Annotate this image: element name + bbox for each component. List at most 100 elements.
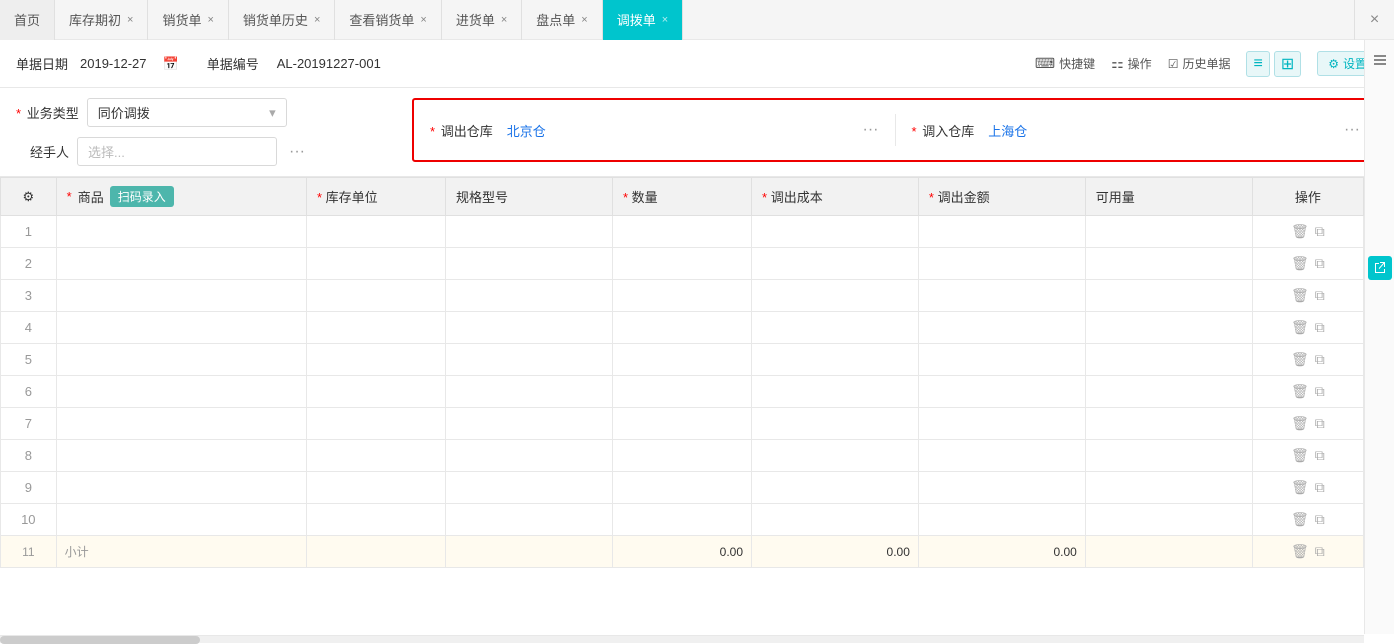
unit-cell[interactable] — [306, 472, 445, 504]
product-cell[interactable] — [56, 312, 306, 344]
qty-cell[interactable] — [612, 504, 751, 536]
product-cell[interactable] — [56, 344, 306, 376]
unit-cell[interactable] — [306, 344, 445, 376]
transfer-in-ellipsis-button[interactable]: ··· — [1344, 121, 1360, 139]
cost-cell[interactable] — [752, 472, 919, 504]
cost-cell[interactable] — [752, 248, 919, 280]
amount-cell[interactable] — [918, 440, 1085, 472]
unit-cell[interactable] — [306, 440, 445, 472]
layout-btn-1[interactable]: ≡ — [1246, 51, 1269, 77]
available-cell[interactable] — [1085, 440, 1252, 472]
unit-cell[interactable] — [306, 504, 445, 536]
agent-ellipsis-button[interactable]: ··· — [289, 143, 305, 161]
amount-cell[interactable] — [918, 408, 1085, 440]
right-panel-list-icon[interactable] — [1368, 48, 1392, 72]
unit-cell[interactable] — [306, 280, 445, 312]
qty-cell[interactable] — [612, 344, 751, 376]
amount-cell[interactable] — [918, 344, 1085, 376]
available-cell[interactable] — [1085, 344, 1252, 376]
cost-cell[interactable] — [752, 216, 919, 248]
scan-button[interactable]: 扫码录入 — [110, 186, 174, 207]
product-cell[interactable] — [56, 440, 306, 472]
close-icon[interactable]: × — [207, 14, 213, 26]
qty-cell[interactable] — [612, 248, 751, 280]
spec-cell[interactable] — [446, 280, 613, 312]
spec-cell[interactable] — [446, 248, 613, 280]
copy-icon[interactable]: ⧉ — [1315, 383, 1325, 400]
tab-sales-order[interactable]: 销货单 × — [148, 0, 228, 40]
tab-inventory-count[interactable]: 盘点单 × — [522, 0, 602, 40]
delete-icon[interactable]: 🗑 — [1291, 319, 1309, 336]
tab-transfer-order[interactable]: 调拨单 × — [603, 0, 683, 40]
available-cell[interactable] — [1085, 312, 1252, 344]
cost-cell[interactable] — [752, 344, 919, 376]
product-cell[interactable] — [56, 472, 306, 504]
delete-icon[interactable]: 🗑 — [1291, 511, 1309, 528]
tab-inventory-init[interactable]: 库存期初 × — [55, 0, 148, 40]
spec-cell[interactable] — [446, 216, 613, 248]
cost-cell[interactable] — [752, 280, 919, 312]
cost-cell[interactable] — [752, 504, 919, 536]
delete-icon[interactable]: 🗑 — [1291, 479, 1309, 496]
delete-icon[interactable]: 🗑 — [1291, 351, 1309, 368]
amount-cell[interactable] — [918, 312, 1085, 344]
product-cell[interactable] — [56, 504, 306, 536]
delete-icon[interactable]: 🗑 — [1291, 223, 1309, 240]
qty-cell[interactable] — [612, 312, 751, 344]
copy-icon[interactable]: ⧉ — [1315, 511, 1325, 528]
settings-col-header[interactable]: ⚙ — [1, 178, 57, 216]
delete-icon[interactable]: 🗑 — [1291, 415, 1309, 432]
copy-icon[interactable]: ⧉ — [1315, 543, 1325, 560]
unit-cell[interactable] — [306, 312, 445, 344]
close-icon[interactable]: × — [581, 14, 587, 26]
qty-cell[interactable] — [612, 280, 751, 312]
available-cell[interactable] — [1085, 376, 1252, 408]
amount-cell[interactable] — [918, 248, 1085, 280]
qty-cell[interactable] — [612, 376, 751, 408]
qty-cell[interactable] — [612, 408, 751, 440]
spec-cell[interactable] — [446, 408, 613, 440]
transfer-out-ellipsis-button[interactable]: ··· — [863, 121, 879, 139]
qty-cell[interactable] — [612, 440, 751, 472]
cost-cell[interactable] — [752, 312, 919, 344]
close-icon[interactable]: × — [314, 14, 320, 26]
tab-sales-history[interactable]: 销货单历史 × — [229, 0, 335, 40]
qty-cell[interactable] — [612, 472, 751, 504]
spec-cell[interactable] — [446, 344, 613, 376]
available-cell[interactable] — [1085, 216, 1252, 248]
available-cell[interactable] — [1085, 504, 1252, 536]
amount-cell[interactable] — [918, 216, 1085, 248]
delete-icon[interactable]: 🗑 — [1291, 447, 1309, 464]
copy-icon[interactable]: ⧉ — [1315, 447, 1325, 464]
product-cell[interactable] — [56, 248, 306, 280]
amount-cell[interactable] — [918, 280, 1085, 312]
layout-btn-2[interactable]: ⊞ — [1274, 51, 1301, 77]
product-cell[interactable] — [56, 280, 306, 312]
qty-cell[interactable] — [612, 216, 751, 248]
business-type-dropdown[interactable]: 同价调拨 ▾ — [87, 98, 287, 127]
delete-icon[interactable]: 🗑 — [1291, 383, 1309, 400]
spec-cell[interactable] — [446, 504, 613, 536]
shortcut-button[interactable]: ⌨ 快捷键 — [1035, 55, 1095, 72]
available-cell[interactable] — [1085, 248, 1252, 280]
spec-cell[interactable] — [446, 312, 613, 344]
copy-icon[interactable]: ⧉ — [1315, 479, 1325, 496]
horizontal-scrollbar[interactable] — [0, 635, 1364, 643]
unit-cell[interactable] — [306, 408, 445, 440]
available-cell[interactable] — [1085, 280, 1252, 312]
available-cell[interactable] — [1085, 408, 1252, 440]
agent-dropdown[interactable]: 选择... — [77, 137, 277, 166]
delete-icon[interactable]: 🗑 — [1291, 543, 1309, 560]
unit-cell[interactable] — [306, 216, 445, 248]
unit-cell[interactable] — [306, 248, 445, 280]
amount-cell[interactable] — [918, 376, 1085, 408]
close-icon[interactable]: × — [662, 14, 668, 26]
copy-icon[interactable]: ⧉ — [1315, 319, 1325, 336]
cost-cell[interactable] — [752, 440, 919, 472]
right-panel-export-icon[interactable] — [1368, 256, 1392, 280]
close-icon[interactable]: × — [127, 14, 133, 26]
close-icon[interactable]: × — [420, 14, 426, 26]
available-cell[interactable] — [1085, 472, 1252, 504]
delete-icon[interactable]: 🗑 — [1291, 255, 1309, 272]
window-close-button[interactable]: × — [1354, 0, 1394, 40]
